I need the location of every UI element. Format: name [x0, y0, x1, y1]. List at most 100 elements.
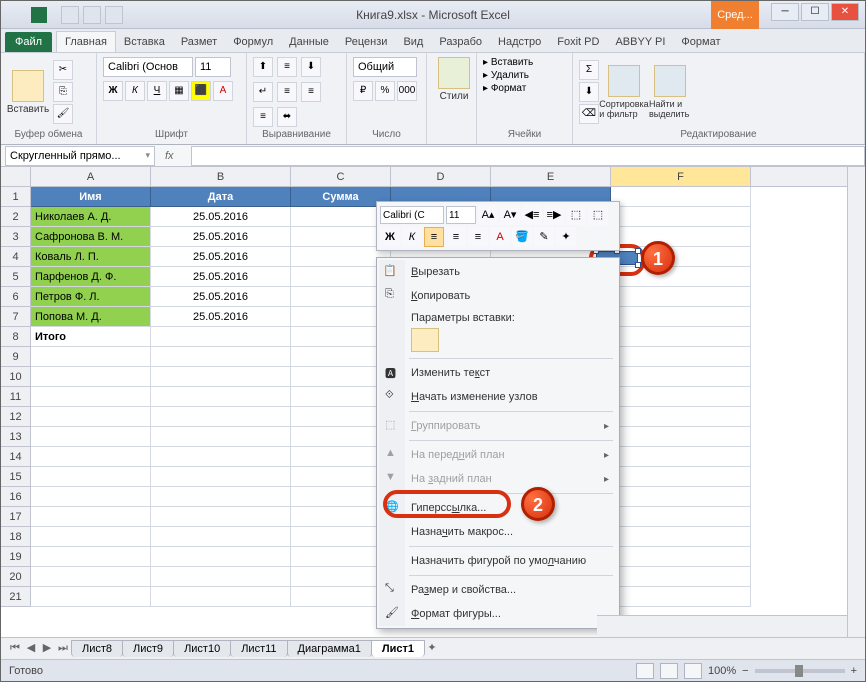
row-header[interactable]: 13 [1, 427, 31, 447]
cell[interactable] [611, 507, 751, 527]
row-header[interactable]: 5 [1, 267, 31, 287]
paste-button[interactable]: Вставить [7, 70, 49, 115]
col-header-d[interactable]: D [391, 167, 491, 186]
mini-fill-button[interactable]: 🪣 [512, 227, 532, 247]
row-header[interactable]: 6 [1, 287, 31, 307]
row-header[interactable]: 16 [1, 487, 31, 507]
delete-cells-button[interactable]: ▸ Удалить [483, 70, 529, 81]
format-cells-button[interactable]: ▸ Формат [483, 83, 526, 94]
row-header[interactable]: 12 [1, 407, 31, 427]
cell[interactable]: Парфенов Д. Ф. [31, 267, 151, 287]
minimize-button[interactable]: ─ [771, 3, 799, 21]
fx-label[interactable]: fx [165, 150, 185, 162]
underline-button[interactable]: Ч [147, 81, 167, 101]
row-header[interactable]: 17 [1, 507, 31, 527]
cell[interactable] [31, 507, 151, 527]
wrap-text-button[interactable]: ↵ [253, 82, 273, 102]
col-header-f[interactable]: F [611, 167, 751, 186]
cell[interactable] [611, 447, 751, 467]
align-top-button[interactable]: ⬆ [253, 57, 273, 77]
ctx-format-shape[interactable]: 🖌Формат фигуры... [379, 602, 617, 626]
tab-layout[interactable]: Размет [173, 32, 225, 52]
align-middle-button[interactable]: ≡ [277, 57, 297, 77]
cell[interactable] [611, 327, 751, 347]
mini-font-select[interactable] [380, 206, 444, 224]
zoom-out-button[interactable]: − [742, 665, 748, 677]
row-header[interactable]: 2 [1, 207, 31, 227]
cell[interactable] [611, 387, 751, 407]
cell[interactable] [611, 587, 751, 607]
sheet-tab[interactable]: Лист8 [71, 640, 123, 657]
mini-italic-button[interactable]: К [402, 227, 422, 247]
sheet-nav-prev[interactable]: ◀ [23, 641, 39, 657]
mini-grow-font-button[interactable]: A▴ [478, 205, 498, 225]
cell[interactable] [151, 447, 291, 467]
col-header-c[interactable]: C [291, 167, 391, 186]
number-format-select[interactable] [353, 57, 417, 77]
sheet-tab[interactable]: Лист10 [173, 640, 231, 657]
cut-icon[interactable]: ✂ [53, 60, 73, 80]
tab-insert[interactable]: Вставка [116, 32, 173, 52]
row-header[interactable]: 14 [1, 447, 31, 467]
cell[interactable]: Итого [31, 327, 151, 347]
cell[interactable] [31, 567, 151, 587]
mini-shrink-font-button[interactable]: A▾ [500, 205, 520, 225]
sheet-tab[interactable]: Лист9 [122, 640, 174, 657]
ctx-size-props[interactable]: ⤡Размер и свойства... [379, 578, 617, 602]
cell[interactable] [611, 487, 751, 507]
row-header[interactable]: 19 [1, 547, 31, 567]
row-header[interactable]: 11 [1, 387, 31, 407]
view-layout-button[interactable] [660, 663, 678, 679]
cell[interactable] [151, 567, 291, 587]
row-header[interactable]: 8 [1, 327, 31, 347]
italic-button[interactable]: К [125, 81, 145, 101]
cell[interactable] [151, 347, 291, 367]
row-header[interactable]: 1 [1, 187, 31, 207]
cell[interactable] [31, 387, 151, 407]
cell[interactable] [151, 367, 291, 387]
font-color-button[interactable]: A [213, 81, 233, 101]
tab-foxit[interactable]: Foxit PD [549, 32, 607, 52]
cell[interactable] [611, 547, 751, 567]
cell[interactable] [151, 407, 291, 427]
font-name-select[interactable] [103, 57, 193, 77]
new-sheet-button[interactable]: ✦ [424, 641, 440, 657]
tab-abbyy[interactable]: ABBYY PI [607, 32, 673, 52]
sheet-tab-active[interactable]: Лист1 [371, 640, 425, 657]
tab-formulas[interactable]: Формул [225, 32, 281, 52]
save-icon[interactable] [61, 6, 79, 24]
fill-button[interactable]: ⬇ [579, 82, 599, 102]
tab-format[interactable]: Формат [673, 32, 728, 52]
cell[interactable] [31, 427, 151, 447]
cell[interactable] [611, 307, 751, 327]
sort-filter-button[interactable]: Сортировка и фильтр [603, 65, 645, 119]
cell[interactable] [611, 347, 751, 367]
cell[interactable] [611, 407, 751, 427]
mini-align-center-button[interactable]: ≡ [446, 227, 466, 247]
mini-format-button[interactable]: ⬚ [588, 205, 608, 225]
cell[interactable] [31, 407, 151, 427]
name-box[interactable]: Скругленный прямо... [5, 146, 155, 166]
cell[interactable] [151, 387, 291, 407]
tab-developer[interactable]: Разрабо [431, 32, 490, 52]
cell[interactable]: 25.05.2016 [151, 227, 291, 247]
sheet-nav-last[interactable]: ⏭ [55, 641, 71, 657]
row-header[interactable]: 3 [1, 227, 31, 247]
horizontal-scrollbar[interactable] [597, 615, 847, 637]
fill-color-button[interactable]: ⬛ [191, 81, 211, 101]
mini-style-button[interactable]: ⬚ [566, 205, 586, 225]
cell[interactable] [151, 327, 291, 347]
cell[interactable] [611, 287, 751, 307]
bold-button[interactable]: Ж [103, 81, 123, 101]
col-header-e[interactable]: E [491, 167, 611, 186]
row-header[interactable]: 4 [1, 247, 31, 267]
mini-outline-button[interactable]: ✎ [534, 227, 554, 247]
styles-button[interactable]: Стили [433, 57, 475, 102]
font-size-select[interactable] [195, 57, 231, 77]
view-normal-button[interactable] [636, 663, 654, 679]
cell[interactable] [31, 467, 151, 487]
sheet-nav-first[interactable]: ⏮ [7, 641, 23, 657]
cell[interactable] [611, 367, 751, 387]
row-header[interactable]: 18 [1, 527, 31, 547]
sheet-tab[interactable]: Диаграмма1 [287, 640, 372, 657]
